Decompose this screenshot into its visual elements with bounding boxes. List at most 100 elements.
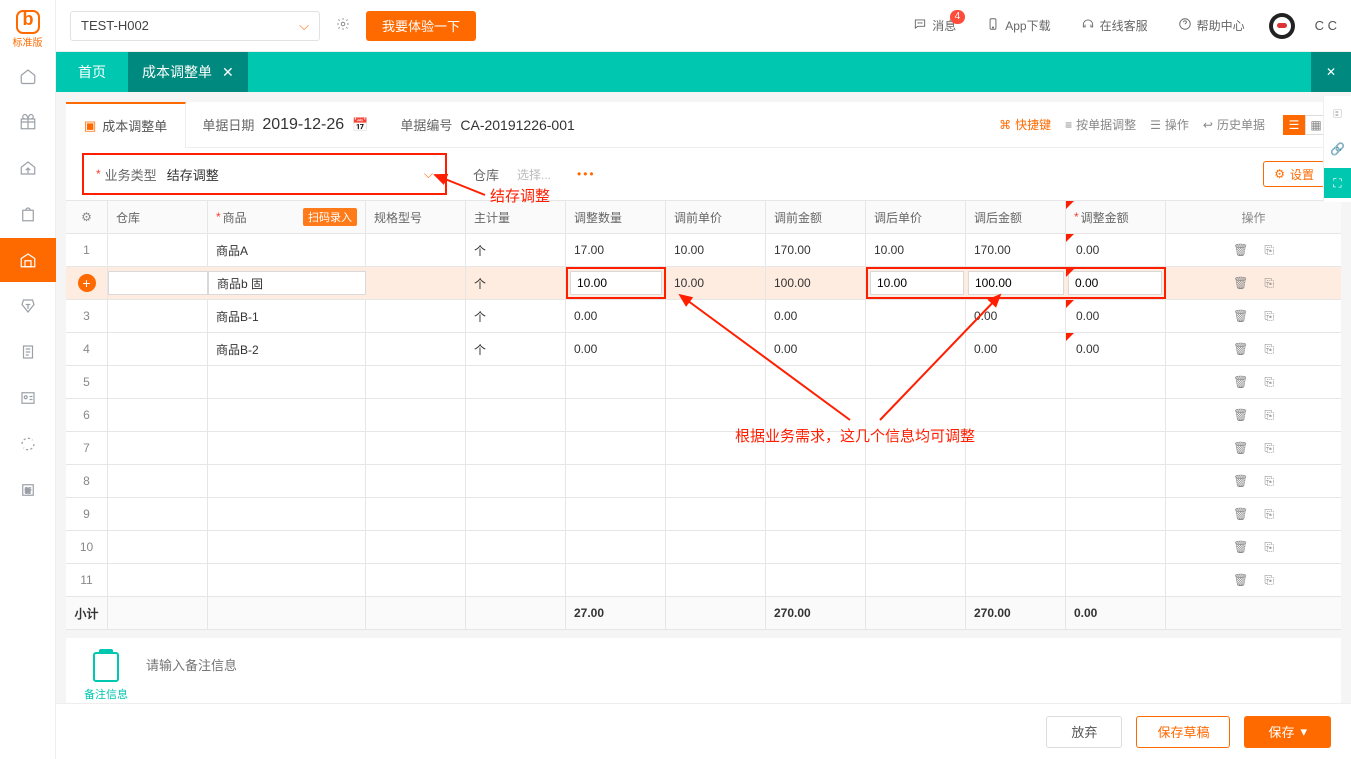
service-label: 在线客服 xyxy=(1100,17,1148,34)
svg-text:新: 新 xyxy=(25,487,31,495)
delete-icon[interactable]: 🗑 xyxy=(1233,342,1248,356)
col-config-icon[interactable]: ⚙ xyxy=(66,201,108,233)
tenant-select[interactable]: TEST-H002 ⌵ xyxy=(70,11,320,41)
date-value[interactable]: 2019-12-26 xyxy=(262,116,344,134)
rail-link-icon[interactable]: 🔗 xyxy=(1324,134,1351,164)
adjust-icon: ≡ xyxy=(1065,118,1072,132)
user-name: C C xyxy=(1315,18,1337,33)
save-draft-button[interactable]: 保存草稿 xyxy=(1136,716,1230,748)
messages-link[interactable]: 消息 4 xyxy=(913,17,956,34)
copy-icon[interactable]: ⎘ xyxy=(1264,342,1274,357)
copy-icon[interactable]: ⎘ xyxy=(1264,243,1274,258)
tabs-row: 首页 成本调整单 ✕ ✕ xyxy=(56,52,1351,92)
table-row: 8🗑⎘ xyxy=(66,465,1341,498)
more-icon[interactable]: ••• xyxy=(577,167,596,181)
gear-icon[interactable] xyxy=(330,17,356,34)
shortcut-action[interactable]: ⌘快捷键 xyxy=(999,116,1051,133)
copy-icon[interactable]: ⎘ xyxy=(1264,573,1274,588)
headset-icon xyxy=(1081,17,1095,34)
qty-input[interactable] xyxy=(570,271,662,295)
nav-id-icon[interactable] xyxy=(0,376,56,420)
nav-upload-icon[interactable] xyxy=(0,146,56,190)
delete-icon[interactable]: 🗑 xyxy=(1233,441,1248,455)
remark-icon: 备注信息 xyxy=(84,652,128,702)
download-link[interactable]: App下载 xyxy=(986,17,1050,34)
delete-icon[interactable]: 🗑 xyxy=(1233,573,1248,587)
scan-tag[interactable]: 扫码录入 xyxy=(303,208,357,226)
rail-expand-icon[interactable]: ⛶ xyxy=(1324,168,1351,198)
delete-icon[interactable]: 🗑 xyxy=(1233,507,1248,521)
subtotal-row: 小计 27.00 270.00 270.00 0.00 xyxy=(66,597,1341,630)
table-row: 4 商品B-2 个0.00 0.00 0.00 0.00 🗑⎘ xyxy=(66,333,1341,366)
biz-type-label: 业务类型 xyxy=(105,165,157,184)
tenant-name: TEST-H002 xyxy=(81,18,149,33)
tab-home[interactable]: 首页 xyxy=(56,52,128,92)
date-label: 单据日期 xyxy=(202,115,254,134)
chevron-down-icon: ⌵ xyxy=(299,18,309,34)
discard-button[interactable]: 放弃 xyxy=(1046,716,1122,748)
col-adjust-amount: *调整金额 xyxy=(1066,201,1166,233)
table-row: 5🗑⎘ xyxy=(66,366,1341,399)
nav-clipboard-icon[interactable] xyxy=(0,330,56,374)
copy-icon[interactable]: ⎘ xyxy=(1264,375,1274,390)
delete-icon[interactable]: 🗑 xyxy=(1233,408,1248,422)
doc-title: 成本调整单 xyxy=(102,116,167,135)
view-list-button[interactable]: ☰ xyxy=(1283,115,1305,135)
delete-icon[interactable]: 🗑 xyxy=(1233,375,1248,389)
after-amount-input[interactable] xyxy=(968,271,1064,295)
nav-gift-icon[interactable] xyxy=(0,100,56,144)
close-icon[interactable]: ✕ xyxy=(222,64,234,81)
message-icon xyxy=(913,17,927,34)
copy-icon[interactable]: ⎘ xyxy=(1264,474,1274,489)
help-link[interactable]: 帮助中心 xyxy=(1178,17,1245,34)
add-row-button[interactable]: + xyxy=(78,274,96,292)
warehouse-input[interactable] xyxy=(108,271,208,295)
by-doc-action[interactable]: ≡按单据调整 xyxy=(1065,116,1136,133)
table-row: 7🗑⎘ xyxy=(66,432,1341,465)
nav-bag-icon[interactable] xyxy=(0,192,56,236)
biz-type-select[interactable]: * 业务类型 结存调整 ⌵ xyxy=(82,153,447,195)
help-label: 帮助中心 xyxy=(1197,17,1245,34)
nav-money-icon[interactable] xyxy=(0,284,56,328)
nav-sync-icon[interactable] xyxy=(0,422,56,466)
service-link[interactable]: 在线客服 xyxy=(1081,17,1148,34)
copy-icon[interactable]: ⎘ xyxy=(1264,408,1274,423)
history-action[interactable]: ↩历史单据 xyxy=(1203,116,1265,133)
copy-icon[interactable]: ⎘ xyxy=(1264,540,1274,555)
nav-home-icon[interactable] xyxy=(0,54,56,98)
table-row: 9🗑⎘ xyxy=(66,498,1341,531)
copy-icon[interactable]: ⎘ xyxy=(1264,276,1274,291)
nav-warehouse-icon[interactable] xyxy=(0,238,56,282)
delete-icon[interactable]: 🗑 xyxy=(1233,309,1248,323)
rail-note-icon[interactable]: 🗉 xyxy=(1324,100,1351,130)
product-input[interactable]: 商品b 固 xyxy=(208,271,366,295)
after-price-input[interactable] xyxy=(870,271,964,295)
remark-input[interactable] xyxy=(146,652,1323,679)
copy-icon[interactable]: ⎘ xyxy=(1264,441,1274,456)
delete-icon[interactable]: 🗑 xyxy=(1233,474,1248,488)
table-row: 6🗑⎘ xyxy=(66,399,1341,432)
doc-tab[interactable]: ▣ 成本调整单 xyxy=(66,102,186,148)
settings-button[interactable]: ⚙ 设置 xyxy=(1263,161,1325,187)
delete-icon[interactable]: 🗑 xyxy=(1233,540,1248,554)
delete-icon[interactable]: 🗑 xyxy=(1233,276,1248,290)
phone-icon xyxy=(986,17,1000,34)
warehouse-select[interactable]: 选择... xyxy=(517,166,551,183)
avatar[interactable] xyxy=(1269,13,1295,39)
calendar-icon[interactable]: 📅 xyxy=(352,117,368,133)
try-button[interactable]: 我要体验一下 xyxy=(366,11,476,41)
copy-icon[interactable]: ⎘ xyxy=(1264,309,1274,324)
tabs-close-button[interactable]: ✕ xyxy=(1311,52,1351,92)
adjust-amount-input[interactable] xyxy=(1068,271,1162,295)
ops-action[interactable]: ☰操作 xyxy=(1150,116,1189,133)
chevron-down-icon: ⌵ xyxy=(424,167,433,182)
col-qty: 调整数量 xyxy=(566,201,666,233)
doc-code: CA-20191226-001 xyxy=(460,117,574,133)
document-panel: ▣ 成本调整单 单据日期 2019-12-26 📅 单据编号 CA-201912… xyxy=(66,102,1341,630)
table-row: 11🗑⎘ xyxy=(66,564,1341,597)
tab-current[interactable]: 成本调整单 ✕ xyxy=(128,52,248,92)
nav-new-icon[interactable]: 新 xyxy=(0,468,56,512)
save-button[interactable]: 保存▾ xyxy=(1244,716,1331,748)
delete-icon[interactable]: 🗑 xyxy=(1233,243,1248,257)
copy-icon[interactable]: ⎘ xyxy=(1264,507,1274,522)
